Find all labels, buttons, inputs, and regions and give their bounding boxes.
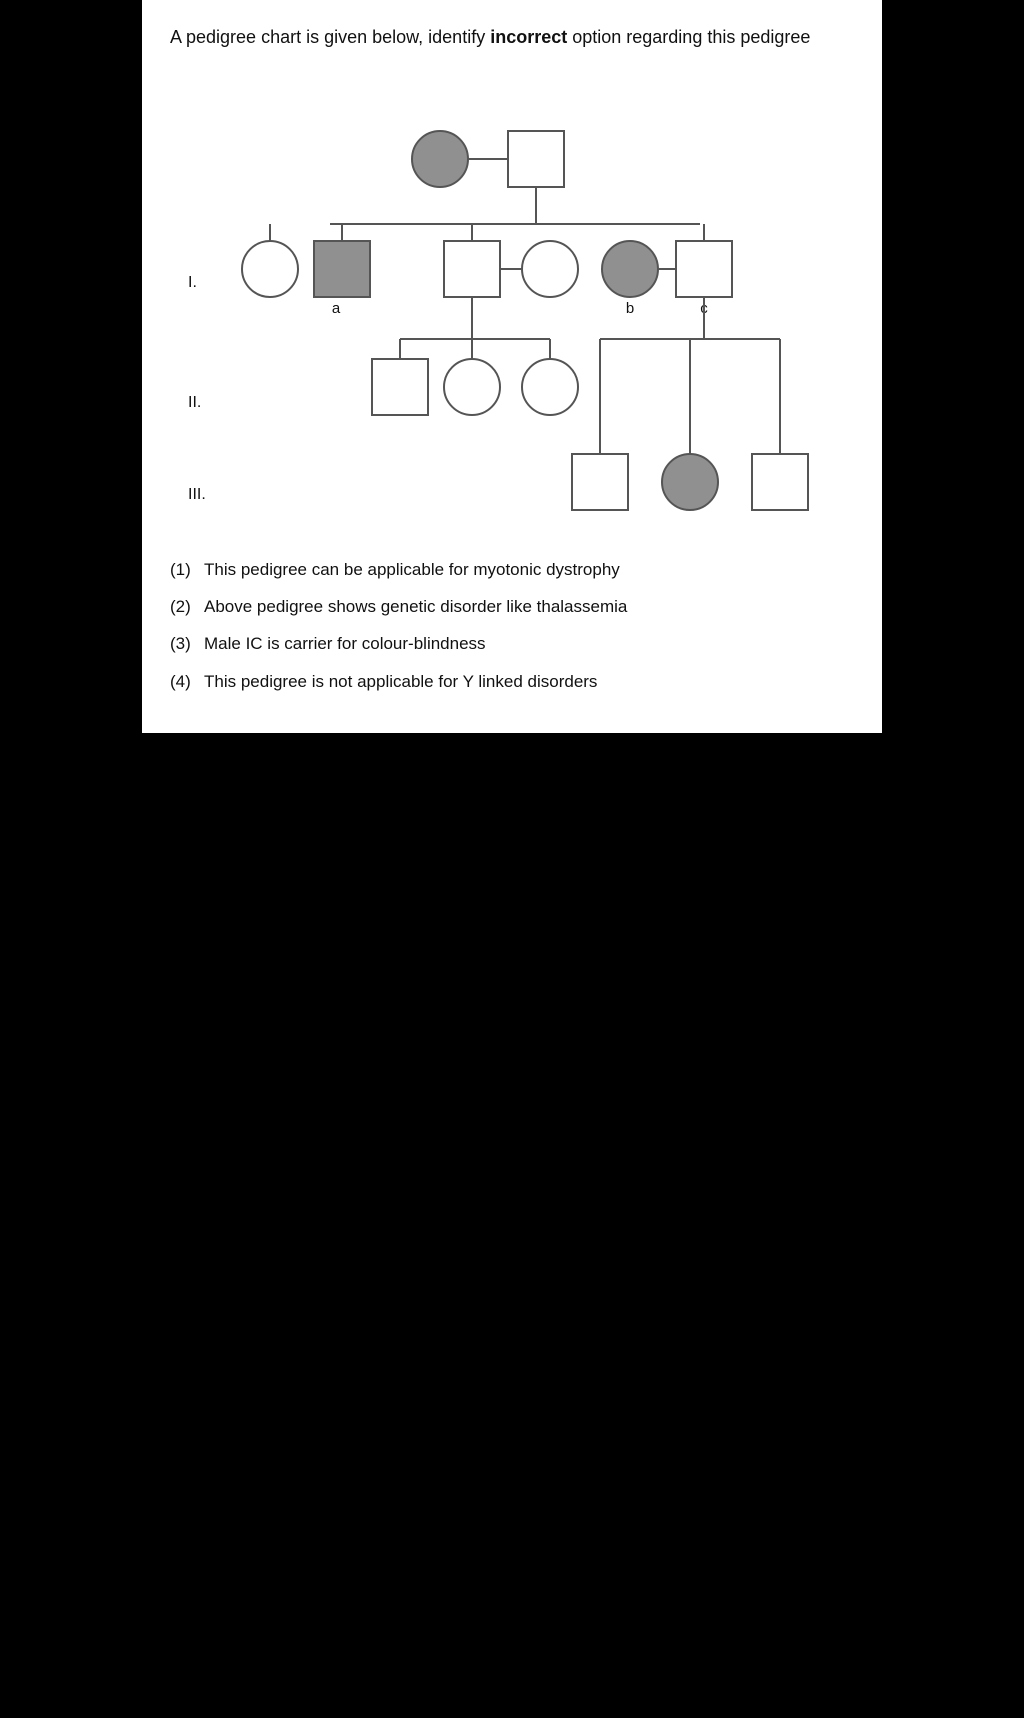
pedigree-diagram: I. II. III. xyxy=(170,69,854,534)
option-4-num: (4) xyxy=(170,668,198,695)
option-1-num: (1) xyxy=(170,556,198,583)
question-suffix: option regarding this pedigree xyxy=(567,27,810,47)
gen-II-label: II. xyxy=(188,394,201,411)
gen-I-male-c xyxy=(676,241,732,297)
option-3: (3) Male IC is carrier for colour-blindn… xyxy=(170,630,854,657)
gen-p-female-affected xyxy=(412,131,468,187)
option-1: (1) This pedigree can be applicable for … xyxy=(170,556,854,583)
gen-II-female-1 xyxy=(444,359,500,415)
gen-II-female-2 xyxy=(522,359,578,415)
gen-I-male-mid xyxy=(444,241,500,297)
question-card: A pedigree chart is given below, identif… xyxy=(142,0,882,733)
gen-II-male xyxy=(372,359,428,415)
gen-I-female-left xyxy=(242,241,298,297)
gen-p-male xyxy=(508,131,564,187)
label-a: a xyxy=(332,300,341,317)
option-4-text: This pedigree is not applicable for Y li… xyxy=(204,668,854,695)
gen-I-female-mid xyxy=(522,241,578,297)
option-2-text: Above pedigree shows genetic disorder li… xyxy=(204,593,854,620)
option-3-num: (3) xyxy=(170,630,198,657)
gen-III-label: III. xyxy=(188,486,206,503)
gen-I-label: I. xyxy=(188,274,197,291)
question-text: A pedigree chart is given below, identif… xyxy=(170,24,854,51)
option-1-text: This pedigree can be applicable for myot… xyxy=(204,556,854,583)
question-prefix: A pedigree chart is given below, identif… xyxy=(170,27,490,47)
label-b: b xyxy=(626,300,634,317)
gen-III-female-affected xyxy=(662,454,718,510)
gen-I-male-a-filled xyxy=(314,241,370,297)
option-4: (4) This pedigree is not applicable for … xyxy=(170,668,854,695)
question-bold: incorrect xyxy=(490,27,567,47)
gen-III-male-1 xyxy=(572,454,628,510)
gen-III-male-2 xyxy=(752,454,808,510)
option-3-text: Male IC is carrier for colour-blindness xyxy=(204,630,854,657)
gen-I-female-b xyxy=(602,241,658,297)
option-2: (2) Above pedigree shows genetic disorde… xyxy=(170,593,854,620)
options-list: (1) This pedigree can be applicable for … xyxy=(170,556,854,695)
option-2-num: (2) xyxy=(170,593,198,620)
